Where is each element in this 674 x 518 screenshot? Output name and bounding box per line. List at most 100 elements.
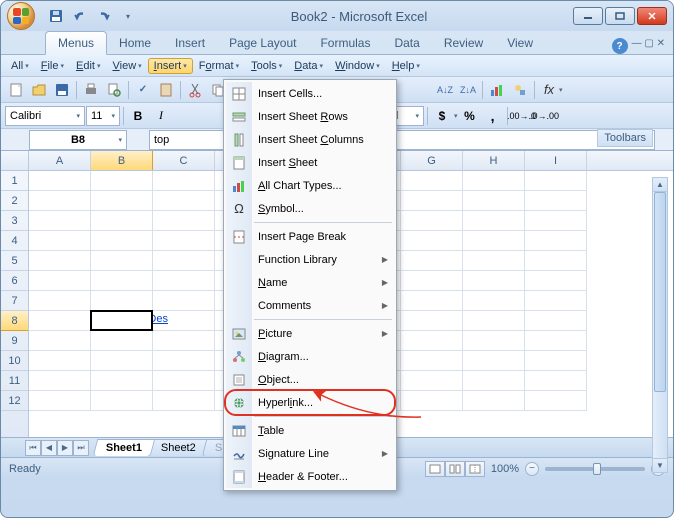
menu-symbol[interactable]: ΩSymbol... xyxy=(226,197,394,220)
menu-name[interactable]: Name▶ xyxy=(226,271,394,294)
maximize-button[interactable] xyxy=(605,7,635,25)
scroll-down-button[interactable]: ▼ xyxy=(653,458,667,472)
doc-window-controls[interactable]: — ▢ ✕ xyxy=(632,38,665,54)
menu-insert[interactable]: Insert▾ xyxy=(148,58,193,74)
menu-insert-cells[interactable]: Insert Cells... xyxy=(226,82,394,105)
autosum-icon[interactable]: fx xyxy=(538,79,560,101)
row-header-9[interactable]: 9 xyxy=(1,331,28,351)
save-icon[interactable] xyxy=(45,6,67,26)
menu-data[interactable]: Data▾ xyxy=(288,58,329,74)
italic-button[interactable]: I xyxy=(150,105,172,127)
menu-object[interactable]: Object... xyxy=(226,368,394,391)
menu-diagram[interactable]: Diagram... xyxy=(226,345,394,368)
view-page-break-icon[interactable] xyxy=(465,461,485,477)
sort-asc-icon[interactable]: A↓Z xyxy=(434,79,456,101)
open-icon[interactable] xyxy=(28,79,50,101)
row-header-7[interactable]: 7 xyxy=(1,291,28,311)
row-header-11[interactable]: 11 xyxy=(1,371,28,391)
tab-review[interactable]: Review xyxy=(432,32,495,54)
tab-formulas[interactable]: Formulas xyxy=(308,32,382,54)
row-header-10[interactable]: 10 xyxy=(1,351,28,371)
undo-icon[interactable] xyxy=(69,6,91,26)
row-header-1[interactable]: 1 xyxy=(1,171,28,191)
row-header-5[interactable]: 5 xyxy=(1,251,28,271)
menu-picture[interactable]: Picture▶ xyxy=(226,322,394,345)
minimize-button[interactable] xyxy=(573,7,603,25)
col-header-G[interactable]: G xyxy=(401,151,463,170)
menu-chart-types[interactable]: All Chart Types... xyxy=(226,174,394,197)
name-box[interactable]: B8▾ xyxy=(29,130,127,150)
col-header-C[interactable]: C xyxy=(153,151,215,170)
view-normal-icon[interactable] xyxy=(425,461,445,477)
row-header-12[interactable]: 12 xyxy=(1,391,28,411)
row-header-2[interactable]: 2 xyxy=(1,191,28,211)
font-size-select[interactable]: 11▾ xyxy=(86,106,120,126)
menu-hyperlink[interactable]: Hyperlink... xyxy=(226,391,394,414)
sheet-nav-next[interactable]: ▶ xyxy=(57,440,73,456)
sort-desc-icon[interactable]: Z↓A xyxy=(457,79,479,101)
col-header-I[interactable]: I xyxy=(525,151,587,170)
menu-edit[interactable]: Edit▾ xyxy=(70,58,106,74)
col-header-H[interactable]: H xyxy=(463,151,525,170)
select-all-corner[interactable] xyxy=(1,151,29,171)
col-header-B[interactable]: B xyxy=(91,151,153,170)
row-header-4[interactable]: 4 xyxy=(1,231,28,251)
zoom-slider[interactable] xyxy=(545,467,645,471)
row-header-6[interactable]: 6 xyxy=(1,271,28,291)
menu-help[interactable]: Help▾ xyxy=(386,58,426,74)
menu-page-break[interactable]: Insert Page Break xyxy=(226,225,394,248)
menu-comments[interactable]: Comments▶ xyxy=(226,294,394,317)
drawing-icon[interactable] xyxy=(509,79,531,101)
sheet-nav-first[interactable]: ⏮ xyxy=(25,440,41,456)
menu-format[interactable]: Format▾ xyxy=(193,58,245,74)
cut-icon[interactable] xyxy=(184,79,206,101)
menu-function-library[interactable]: Function Library▶ xyxy=(226,248,394,271)
save-icon[interactable] xyxy=(51,79,73,101)
sheet-tab-2[interactable]: Sheet2 xyxy=(148,439,209,456)
menu-all[interactable]: All▾ xyxy=(5,58,35,74)
scroll-up-button[interactable]: ▲ xyxy=(653,178,667,192)
close-button[interactable] xyxy=(637,7,667,25)
menu-insert-rows[interactable]: Insert Sheet Rows xyxy=(226,105,394,128)
spelling-icon[interactable]: ✓ xyxy=(132,79,154,101)
scroll-thumb[interactable] xyxy=(654,192,666,392)
vertical-scrollbar[interactable]: ▲ ▼ xyxy=(652,177,668,473)
tab-insert[interactable]: Insert xyxy=(163,32,217,54)
menu-window[interactable]: Window▾ xyxy=(329,58,386,74)
font-name-select[interactable]: Calibri▾ xyxy=(5,106,85,126)
decrease-decimal-icon[interactable]: .0→.00 xyxy=(534,105,556,127)
tab-view[interactable]: View xyxy=(495,32,545,54)
menu-insert-columns[interactable]: Insert Sheet Columns xyxy=(226,128,394,151)
bold-button[interactable]: B xyxy=(127,105,149,127)
row-header-8[interactable]: 8 xyxy=(1,311,28,331)
print-icon[interactable] xyxy=(80,79,102,101)
qat-customize-icon[interactable]: ▾ xyxy=(117,6,139,26)
row-header-3[interactable]: 3 xyxy=(1,211,28,231)
menu-header-footer[interactable]: Header & Footer... xyxy=(226,465,394,488)
menu-file[interactable]: File▾ xyxy=(35,58,70,74)
tab-home[interactable]: Home xyxy=(107,32,163,54)
print-preview-icon[interactable] xyxy=(103,79,125,101)
zoom-level[interactable]: 100% xyxy=(491,463,519,475)
percent-icon[interactable]: % xyxy=(459,105,481,127)
menu-signature-line[interactable]: Signature Line▶ xyxy=(226,442,394,465)
tab-data[interactable]: Data xyxy=(382,32,431,54)
chart-wizard-icon[interactable] xyxy=(486,79,508,101)
menu-table[interactable]: Table xyxy=(226,419,394,442)
menu-insert-sheet[interactable]: Insert Sheet xyxy=(226,151,394,174)
help-icon[interactable]: ? xyxy=(612,38,628,54)
sheet-nav-prev[interactable]: ◀ xyxy=(41,440,57,456)
tab-menus[interactable]: Menus xyxy=(45,31,107,55)
comma-icon[interactable]: , xyxy=(482,105,504,127)
sheet-nav-last[interactable]: ⏭ xyxy=(73,440,89,456)
view-page-layout-icon[interactable] xyxy=(445,461,465,477)
menu-tools[interactable]: Tools▾ xyxy=(245,58,288,74)
zoom-out-button[interactable]: − xyxy=(525,462,539,476)
new-icon[interactable] xyxy=(5,79,27,101)
research-icon[interactable] xyxy=(155,79,177,101)
currency-icon[interactable]: $ xyxy=(431,105,453,127)
sheet-tab-1[interactable]: Sheet1 xyxy=(93,439,156,456)
tab-page-layout[interactable]: Page Layout xyxy=(217,32,308,54)
redo-icon[interactable] xyxy=(93,6,115,26)
col-header-A[interactable]: A xyxy=(29,151,91,170)
